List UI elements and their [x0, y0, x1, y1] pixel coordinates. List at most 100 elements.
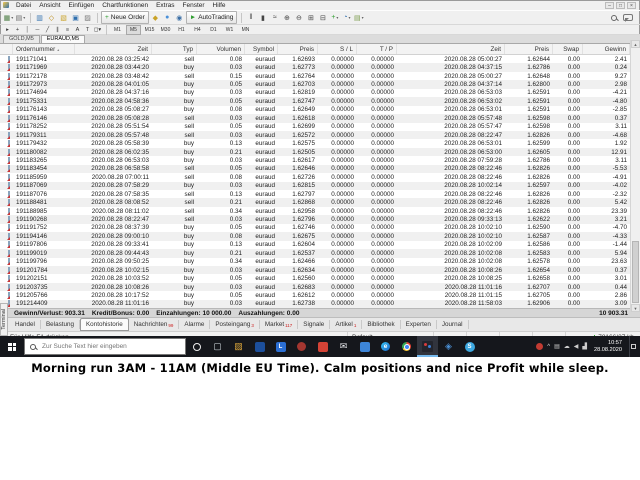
taskbar-clock[interactable]: 10:57 28.08.2020: [591, 340, 625, 353]
table-row[interactable]: 191199019 2020.08.28 09:44:43 buy 0.21 eurau…: [0, 249, 640, 258]
timeframe-button-m1[interactable]: M1: [110, 25, 125, 35]
fibonacci-icon[interactable]: ≡: [63, 26, 72, 34]
table-row[interactable]: 191176146 2020.08.28 05:08:28 sell 0.03 eura…: [0, 114, 640, 123]
header-cell-preis-5[interactable]: Preis: [278, 44, 318, 54]
task-view-icon[interactable]: ▢: [207, 336, 228, 357]
table-row[interactable]: 191171969 2020.08.28 03:44:20 buy 0.03 eurau…: [0, 63, 640, 72]
mail-app-icon[interactable]: ✉: [333, 336, 354, 357]
timeframe-button-m5[interactable]: M5: [126, 24, 141, 35]
table-row[interactable]: 191197806 2020.08.28 09:33:41 buy 0.13 eurau…: [0, 240, 640, 250]
metatrader-icon[interactable]: [417, 336, 438, 357]
menu-item-hilfe[interactable]: Hilfe: [209, 2, 230, 9]
table-row[interactable]: 191172178 2020.08.28 03:48:42 sell 0.15 eura…: [0, 71, 640, 81]
indicators-icon[interactable]: + ▾: [329, 12, 340, 23]
tray-volume-icon[interactable]: ◀: [574, 343, 579, 350]
table-row[interactable]: 191188985 2020.08.28 08:11:02 sell 0.34 eura…: [0, 206, 640, 216]
menu-item-ansicht[interactable]: Ansicht: [35, 2, 64, 9]
tab-alarme[interactable]: Alarme: [179, 320, 211, 329]
header-cell-volumen-3[interactable]: Volumen: [197, 44, 245, 54]
table-row[interactable]: 191179432 2020.08.28 05:58:39 buy 0.13 eurau…: [0, 139, 640, 148]
minimize-button[interactable]: –: [605, 1, 614, 9]
tile-windows-icon[interactable]: ⊞: [305, 12, 316, 23]
chart-tab-gold-m5[interactable]: GOLD,M5: [3, 35, 40, 43]
header-cell-preis-9[interactable]: Preis: [505, 44, 553, 54]
table-row[interactable]: 191178252 2020.08.28 05:51:54 sell 0.05 eura…: [0, 122, 640, 131]
app-l-icon[interactable]: L: [270, 336, 291, 357]
menu-item-einf-gen[interactable]: Einfügen: [65, 2, 99, 9]
tray-cloud-icon[interactable]: ☁: [564, 343, 570, 350]
table-row[interactable]: 191205766 2020.08.28 10:17:52 buy 0.05 eurau…: [0, 291, 640, 300]
autotrading-button[interactable]: ► AutoTrading: [185, 11, 238, 24]
text-icon[interactable]: A: [73, 26, 82, 34]
timeframe-button-h4[interactable]: H4: [190, 25, 205, 35]
table-row[interactable]: 191174694 2020.08.28 04:37:16 buy 0.03 eurau…: [0, 88, 640, 98]
table-row[interactable]: 191187069 2020.08.28 07:58:29 buy 0.03 eurau…: [0, 181, 640, 190]
header-cell-zeit-8[interactable]: Zeit: [397, 44, 505, 54]
table-row[interactable]: 191179311 2020.08.28 05:57:48 sell 0.03 eura…: [0, 130, 640, 140]
tab-signale[interactable]: Signale: [298, 320, 331, 329]
tab-nachrichten[interactable]: Nachrichten 99: [129, 320, 180, 329]
table-row[interactable]: 191171041 2020.08.28 03:25:42 sell 0.08 eura…: [0, 55, 640, 64]
market-watch-icon[interactable]: ▥: [34, 12, 45, 23]
search-icon[interactable]: [611, 14, 617, 21]
timeframe-button-h1[interactable]: H1: [174, 25, 189, 35]
tab-market[interactable]: Market 117: [260, 320, 299, 329]
scroll-down-icon[interactable]: ▼: [631, 304, 640, 312]
table-row[interactable]: 191201784 2020.08.28 10:02:15 buy 0.03 eurau…: [0, 265, 640, 275]
shapes-icon[interactable]: ◻ ▾: [93, 26, 102, 34]
tab-journal[interactable]: Journal: [437, 320, 469, 329]
header-cell-s-l-6[interactable]: S / L: [318, 44, 357, 54]
table-row[interactable]: 191183454 2020.08.28 06:58:58 sell 0.05 eura…: [0, 164, 640, 174]
scrollbar-thumb[interactable]: [632, 241, 639, 303]
cortana-icon[interactable]: [186, 336, 207, 357]
cursor-icon[interactable]: ▸: [3, 26, 12, 34]
chat-icon[interactable]: ●: [162, 12, 173, 23]
table-row[interactable]: 191199796 2020.08.28 09:50:25 buy 0.34 eurau…: [0, 257, 640, 266]
header-cell-typ-2[interactable]: Typ: [152, 44, 197, 54]
menu-item-datei[interactable]: Datei: [12, 2, 35, 9]
new-chart-icon[interactable]: ▦ ▾: [3, 12, 14, 23]
periods-icon[interactable]: ◔ ▾: [341, 12, 352, 23]
hidden-icons-chevron[interactable]: ^: [547, 344, 550, 350]
table-row[interactable]: 191214409 2020.08.28 11:01:16 buy 0.03 eurau…: [0, 299, 640, 309]
templates-icon[interactable]: ▤ ▾: [353, 12, 364, 23]
scroll-up-icon[interactable]: ▲: [631, 40, 640, 48]
candle-chart-icon[interactable]: ▮: [257, 12, 268, 23]
header-cell-zeit-1[interactable]: Zeit: [75, 44, 152, 54]
tab-bibliothek[interactable]: Bibliothek: [362, 320, 401, 329]
table-row[interactable]: 191191752 2020.08.28 08:37:39 buy 0.05 eurau…: [0, 223, 640, 233]
table-row[interactable]: 191183265 2020.08.28 06:53:03 buy 0.03 eurau…: [0, 156, 640, 165]
tray-printer-icon[interactable]: ▤: [554, 343, 560, 350]
horizontal-line-icon[interactable]: ─: [33, 26, 42, 34]
red-sphere-app-icon[interactable]: [291, 336, 312, 357]
table-row[interactable]: 191185959 2020.08.28 07:00:11 sell 0.08 eura…: [0, 173, 640, 182]
photos-app-icon[interactable]: [354, 336, 375, 357]
start-button[interactable]: [0, 336, 24, 357]
data-window-icon[interactable]: ◇: [46, 12, 57, 23]
maximize-button[interactable]: □: [616, 1, 625, 9]
channel-icon[interactable]: ∥: [53, 26, 62, 34]
table-row[interactable]: 191202151 2020.08.28 10:03:52 buy 0.05 eurau…: [0, 274, 640, 283]
file-explorer-icon[interactable]: ▨: [228, 336, 249, 357]
terminal-panel-tab[interactable]: Terminal: [0, 303, 8, 336]
table-row[interactable]: 191176143 2020.08.28 05:08:27 buy 0.08 eurau…: [0, 105, 640, 115]
timeframe-button-m30[interactable]: M30: [158, 25, 173, 35]
metaeditor-icon[interactable]: ◆: [150, 12, 161, 23]
crosshair-icon[interactable]: +: [13, 26, 22, 34]
taskbar-search[interactable]: [24, 338, 186, 355]
header-cell-ordernummer-0[interactable]: Ordernummer ▴: [13, 44, 75, 54]
timeframe-button-m15[interactable]: M15: [142, 25, 157, 35]
header-cell-swap-10[interactable]: Swap: [553, 44, 583, 54]
table-scrollbar[interactable]: ▲ ▼: [630, 40, 640, 312]
mt5-app-icon[interactable]: ◈: [438, 336, 459, 357]
edge-icon[interactable]: e: [375, 336, 396, 357]
header-cell-symbol-4[interactable]: Symbol: [245, 44, 278, 54]
vertical-line-icon[interactable]: │: [23, 26, 32, 34]
tab-artikel[interactable]: Artikel 1: [330, 320, 363, 329]
red-tile-app-icon[interactable]: [312, 336, 333, 357]
new-order-button[interactable]: + Neue Order: [101, 11, 149, 24]
header-cell-gewinn-11[interactable]: Gewinn: [583, 44, 630, 54]
security-app-icon[interactable]: [249, 336, 270, 357]
table-row[interactable]: 191188481 2020.08.28 08:08:52 sell 0.21 eura…: [0, 198, 640, 207]
tab-belastung[interactable]: Belastung: [41, 320, 80, 329]
